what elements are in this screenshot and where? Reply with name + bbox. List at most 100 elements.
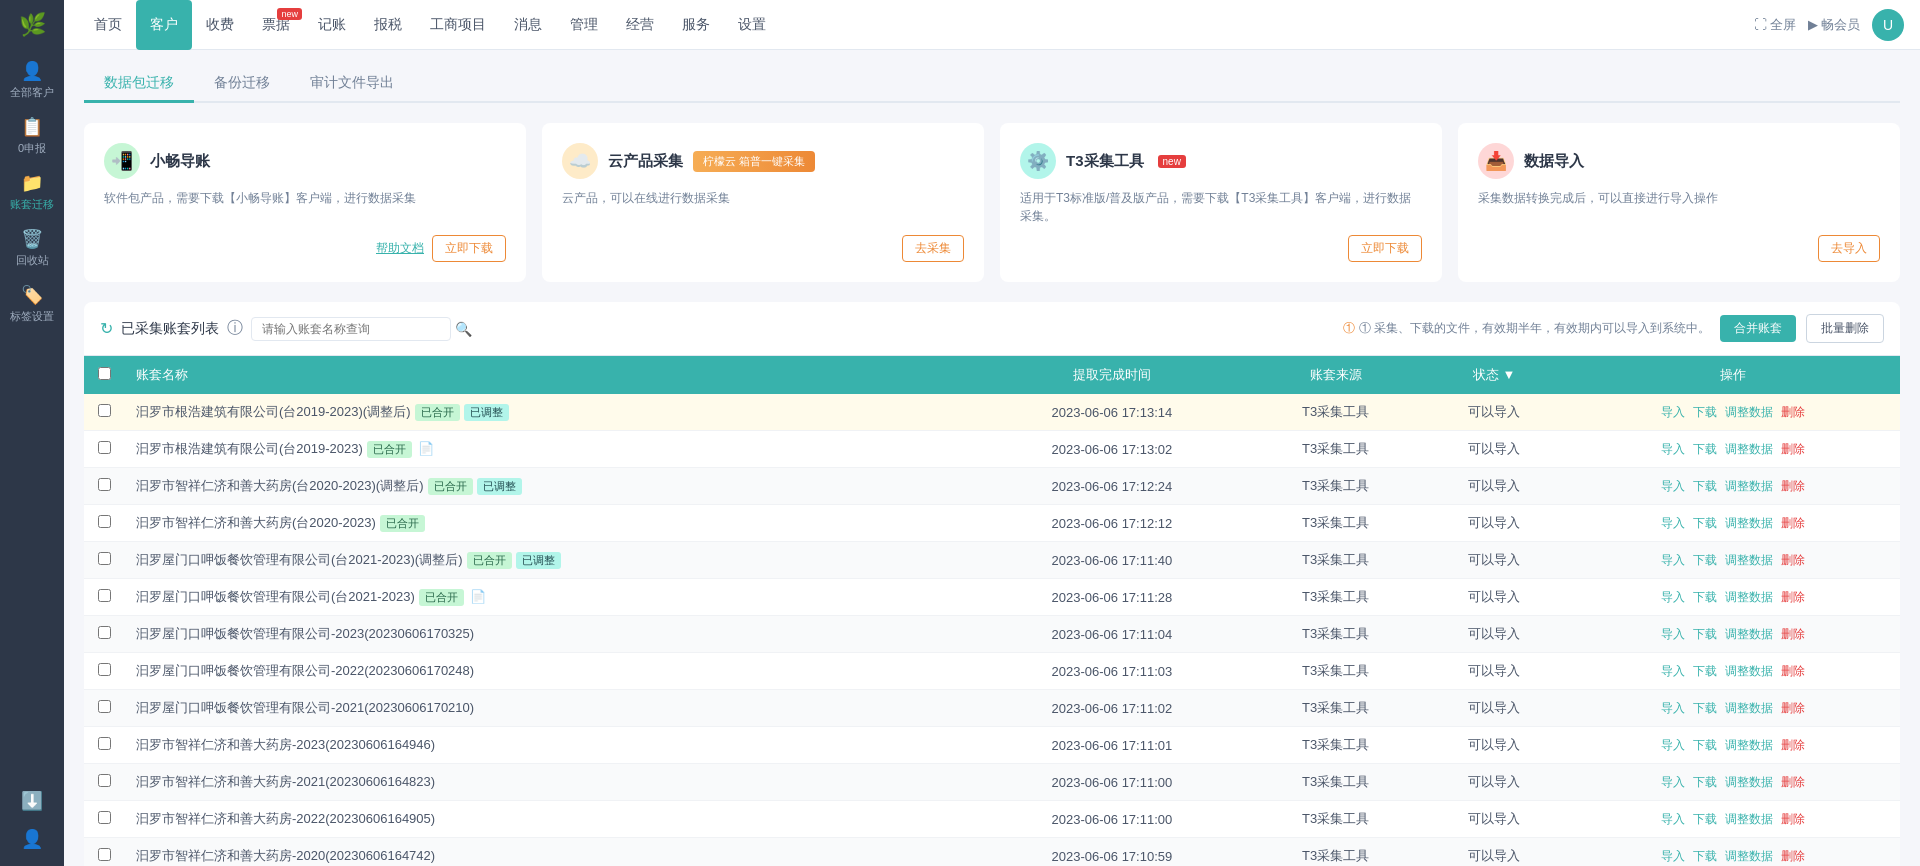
action-导入[interactable]: 导入 bbox=[1661, 738, 1685, 752]
action-下载[interactable]: 下载 bbox=[1693, 627, 1717, 641]
action-删除[interactable]: 删除 bbox=[1781, 738, 1805, 752]
action-调整数据[interactable]: 调整数据 bbox=[1725, 442, 1773, 456]
action-调整数据[interactable]: 调整数据 bbox=[1725, 664, 1773, 678]
action-删除[interactable]: 删除 bbox=[1781, 775, 1805, 789]
action-删除[interactable]: 删除 bbox=[1781, 479, 1805, 493]
action-下载[interactable]: 下载 bbox=[1693, 405, 1717, 419]
row-checkbox[interactable] bbox=[98, 626, 111, 639]
action-删除[interactable]: 删除 bbox=[1781, 812, 1805, 826]
action-导入[interactable]: 导入 bbox=[1661, 664, 1685, 678]
sidebar-item-all-clients[interactable]: 👤 全部客户 bbox=[0, 50, 64, 106]
tab-audit-export[interactable]: 审计文件导出 bbox=[290, 66, 414, 103]
action-调整数据[interactable]: 调整数据 bbox=[1725, 405, 1773, 419]
nav-home[interactable]: 首页 bbox=[80, 0, 136, 50]
cloud-collect-btn[interactable]: 去采集 bbox=[902, 235, 964, 262]
nav-clients[interactable]: 客户 bbox=[136, 0, 192, 50]
member-btn[interactable]: ▶ 畅会员 bbox=[1808, 16, 1860, 34]
row-checkbox[interactable] bbox=[98, 663, 111, 676]
import-go-btn[interactable]: 去导入 bbox=[1818, 235, 1880, 262]
row-checkbox[interactable] bbox=[98, 848, 111, 861]
row-checkbox[interactable] bbox=[98, 700, 111, 713]
nav-invoices[interactable]: 票据 new bbox=[248, 0, 304, 50]
nav-settings[interactable]: 设置 bbox=[724, 0, 780, 50]
action-调整数据[interactable]: 调整数据 bbox=[1725, 812, 1773, 826]
action-删除[interactable]: 删除 bbox=[1781, 553, 1805, 567]
nav-messages[interactable]: 消息 bbox=[500, 0, 556, 50]
action-下载[interactable]: 下载 bbox=[1693, 479, 1717, 493]
sidebar-item-recycle[interactable]: 🗑️ 回收站 bbox=[0, 218, 64, 274]
action-导入[interactable]: 导入 bbox=[1661, 479, 1685, 493]
nav-tax[interactable]: 报税 bbox=[360, 0, 416, 50]
nav-operations[interactable]: 经营 bbox=[612, 0, 668, 50]
action-导入[interactable]: 导入 bbox=[1661, 553, 1685, 567]
action-调整数据[interactable]: 调整数据 bbox=[1725, 738, 1773, 752]
action-下载[interactable]: 下载 bbox=[1693, 812, 1717, 826]
sidebar-item-download[interactable]: ⬇️ bbox=[0, 780, 64, 818]
select-all-checkbox[interactable] bbox=[98, 367, 111, 380]
row-checkbox[interactable] bbox=[98, 737, 111, 750]
sidebar-item-tag-settings[interactable]: 🏷️ 标签设置 bbox=[0, 274, 64, 330]
action-删除[interactable]: 删除 bbox=[1781, 627, 1805, 641]
row-checkbox[interactable] bbox=[98, 589, 111, 602]
action-导入[interactable]: 导入 bbox=[1661, 405, 1685, 419]
search-input[interactable] bbox=[251, 317, 451, 341]
action-调整数据[interactable]: 调整数据 bbox=[1725, 479, 1773, 493]
action-下载[interactable]: 下载 bbox=[1693, 553, 1717, 567]
merge-accounts-btn[interactable]: 合并账套 bbox=[1720, 315, 1796, 342]
action-导入[interactable]: 导入 bbox=[1661, 442, 1685, 456]
action-删除[interactable]: 删除 bbox=[1781, 664, 1805, 678]
action-导入[interactable]: 导入 bbox=[1661, 590, 1685, 604]
action-导入[interactable]: 导入 bbox=[1661, 775, 1685, 789]
action-导入[interactable]: 导入 bbox=[1661, 627, 1685, 641]
action-导入[interactable]: 导入 bbox=[1661, 849, 1685, 863]
xiaochang-help-link[interactable]: 帮助文档 bbox=[376, 240, 424, 257]
action-删除[interactable]: 删除 bbox=[1781, 849, 1805, 863]
batch-delete-btn[interactable]: 批量删除 bbox=[1806, 314, 1884, 343]
row-checkbox[interactable] bbox=[98, 774, 111, 787]
action-导入[interactable]: 导入 bbox=[1661, 516, 1685, 530]
row-checkbox[interactable] bbox=[98, 441, 111, 454]
avatar[interactable]: U bbox=[1872, 9, 1904, 41]
action-删除[interactable]: 删除 bbox=[1781, 590, 1805, 604]
action-删除[interactable]: 删除 bbox=[1781, 516, 1805, 530]
action-下载[interactable]: 下载 bbox=[1693, 664, 1717, 678]
action-调整数据[interactable]: 调整数据 bbox=[1725, 590, 1773, 604]
tab-backup-migration[interactable]: 备份迁移 bbox=[194, 66, 290, 103]
action-删除[interactable]: 删除 bbox=[1781, 442, 1805, 456]
sidebar-item-migration[interactable]: 📁 账套迁移 bbox=[0, 162, 64, 218]
t3-download-btn[interactable]: 立即下载 bbox=[1348, 235, 1422, 262]
refresh-icon[interactable]: ↻ bbox=[100, 319, 113, 338]
sidebar-item-declaration[interactable]: 📋 0申报 bbox=[0, 106, 64, 162]
action-调整数据[interactable]: 调整数据 bbox=[1725, 849, 1773, 863]
action-删除[interactable]: 删除 bbox=[1781, 701, 1805, 715]
row-checkbox[interactable] bbox=[98, 552, 111, 565]
action-下载[interactable]: 下载 bbox=[1693, 590, 1717, 604]
action-调整数据[interactable]: 调整数据 bbox=[1725, 775, 1773, 789]
action-下载[interactable]: 下载 bbox=[1693, 849, 1717, 863]
row-checkbox[interactable] bbox=[98, 478, 111, 491]
action-删除[interactable]: 删除 bbox=[1781, 405, 1805, 419]
col-status[interactable]: 状态 ▼ bbox=[1422, 356, 1566, 394]
action-调整数据[interactable]: 调整数据 bbox=[1725, 701, 1773, 715]
action-下载[interactable]: 下载 bbox=[1693, 516, 1717, 530]
action-下载[interactable]: 下载 bbox=[1693, 442, 1717, 456]
tab-data-migration[interactable]: 数据包迁移 bbox=[84, 66, 194, 103]
action-调整数据[interactable]: 调整数据 bbox=[1725, 553, 1773, 567]
row-checkbox[interactable] bbox=[98, 404, 111, 417]
action-下载[interactable]: 下载 bbox=[1693, 701, 1717, 715]
action-导入[interactable]: 导入 bbox=[1661, 812, 1685, 826]
action-下载[interactable]: 下载 bbox=[1693, 738, 1717, 752]
action-调整数据[interactable]: 调整数据 bbox=[1725, 516, 1773, 530]
row-checkbox[interactable] bbox=[98, 811, 111, 824]
nav-business[interactable]: 工商项目 bbox=[416, 0, 500, 50]
nav-accounting[interactable]: 记账 bbox=[304, 0, 360, 50]
action-调整数据[interactable]: 调整数据 bbox=[1725, 627, 1773, 641]
fullscreen-btn[interactable]: ⛶ 全屏 bbox=[1754, 16, 1796, 34]
xiaochang-download-btn[interactable]: 立即下载 bbox=[432, 235, 506, 262]
nav-fees[interactable]: 收费 bbox=[192, 0, 248, 50]
nav-management[interactable]: 管理 bbox=[556, 0, 612, 50]
action-下载[interactable]: 下载 bbox=[1693, 775, 1717, 789]
sidebar-item-profile[interactable]: 👤 bbox=[0, 818, 64, 856]
row-checkbox[interactable] bbox=[98, 515, 111, 528]
action-导入[interactable]: 导入 bbox=[1661, 701, 1685, 715]
